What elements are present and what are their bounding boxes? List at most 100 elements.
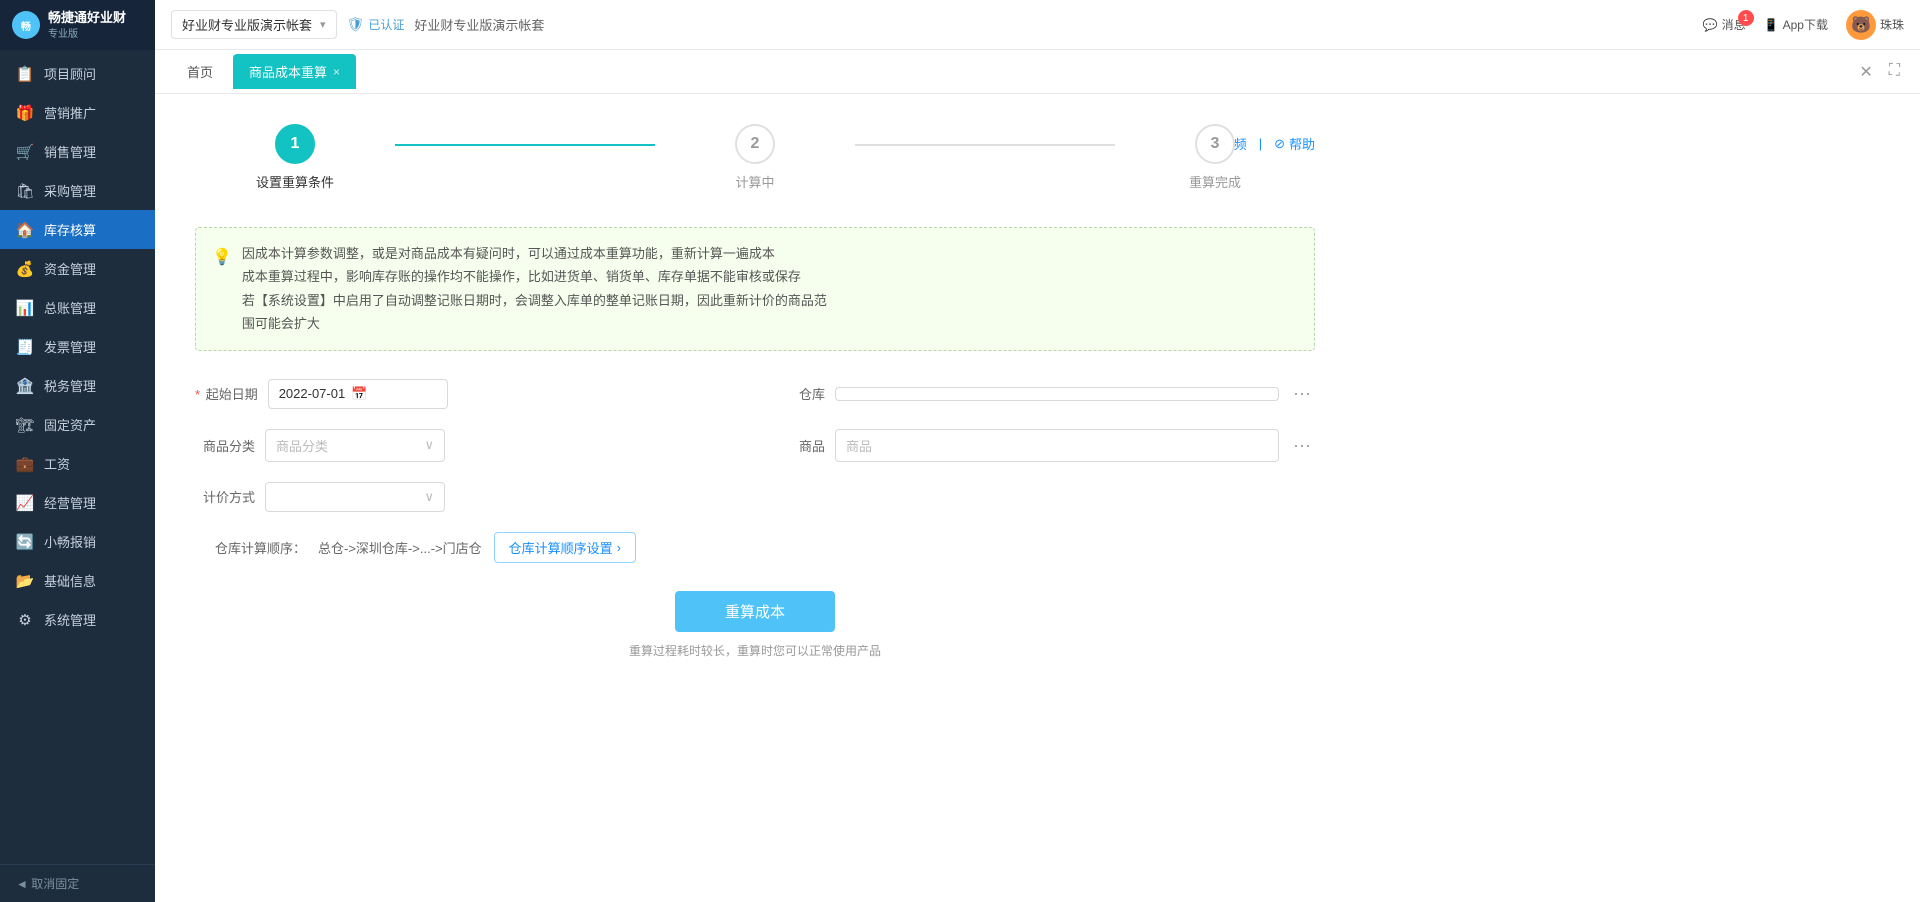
chevron-down-icon: ∨ bbox=[424, 437, 434, 453]
steps-connector-2 bbox=[855, 144, 1115, 146]
notice-line-4: 围可能会扩大 bbox=[242, 312, 827, 335]
finance-icon: 💰 bbox=[16, 260, 34, 278]
step-3-label: 重算完成 bbox=[1189, 172, 1241, 191]
notice-box: 💡 因成本计算参数调整，或是对商品成本有疑问时，可以通过成本重算功能，重新计算一… bbox=[195, 227, 1315, 351]
app-download-button[interactable]: 📱 App下载 bbox=[1764, 16, 1828, 33]
ops-icon: 📈 bbox=[16, 494, 34, 512]
shield-icon: 🛡 bbox=[347, 16, 365, 33]
sidebar-item-system[interactable]: ⚙ 系统管理 bbox=[0, 600, 155, 639]
product-label: 商品 bbox=[765, 436, 825, 455]
chevron-down-icon: ▾ bbox=[320, 18, 326, 31]
sidebar-item-fixed[interactable]: 🏗 固定资产 bbox=[0, 405, 155, 444]
sidebar-unpin-button[interactable]: ◄ 取消固定 bbox=[0, 864, 155, 902]
expand-icon[interactable]: ⛶ bbox=[1885, 58, 1904, 86]
notice-line-1: 因成本计算参数调整，或是对商品成本有疑问时，可以通过成本重算功能，重新计算一遍成… bbox=[242, 242, 827, 265]
question-icon: ⊘ bbox=[1274, 136, 1285, 152]
message-icon: 💬 bbox=[1703, 18, 1718, 32]
form-row-3: 计价方式 ∨ bbox=[195, 482, 1315, 512]
recalculate-button[interactable]: 重算成本 bbox=[675, 591, 835, 632]
help-link[interactable]: ⊘ 帮助 bbox=[1274, 134, 1315, 153]
project-icon: 📋 bbox=[16, 65, 34, 83]
notice-line-2: 成本重算过程中，影响库存账的操作均不能操作，比如进货单、销货单、库存单据不能审核… bbox=[242, 265, 827, 288]
sidebar-item-project[interactable]: 📋 项目顾问 bbox=[0, 54, 155, 93]
warehouse-order-label: 仓库计算顺序： bbox=[215, 538, 306, 557]
tab-home[interactable]: 首页 bbox=[171, 54, 229, 89]
steps-container: 1 设置重算条件 2 计算中 3 bbox=[195, 124, 1315, 191]
pricing-select[interactable]: ∨ bbox=[265, 482, 445, 512]
avatar: 🐻 bbox=[1846, 10, 1876, 40]
main-area: 好业财专业版演示帐套 ▾ 🛡 已认证 好业财专业版演示帐套 💬 消息 1 📱 A… bbox=[155, 0, 1920, 902]
content-inner: 1 设置重算条件 2 计算中 3 bbox=[155, 94, 1355, 689]
expense-icon: 🔄 bbox=[16, 533, 34, 551]
company-name: 好业财专业版演示帐套 bbox=[414, 15, 544, 34]
tabbar-actions: ✕ ⛶ bbox=[1855, 58, 1904, 86]
sidebar-logo: 畅 bbox=[12, 11, 40, 39]
step-2-circle: 2 bbox=[735, 124, 775, 164]
sidebar-item-inventory[interactable]: 🏠 库存核算 bbox=[0, 210, 155, 249]
category-field: 商品分类 商品分类 ∨ bbox=[195, 429, 745, 462]
product-field: 商品 商品 ··· bbox=[765, 429, 1315, 462]
warning-icon: 💡 bbox=[212, 244, 232, 336]
content-area: 1 设置重算条件 2 计算中 3 bbox=[155, 94, 1920, 902]
step-2-label: 计算中 bbox=[735, 172, 774, 191]
verified-badge: 🛡 已认证 bbox=[347, 16, 405, 33]
basic-icon: 📂 bbox=[16, 572, 34, 590]
product-input[interactable]: 商品 bbox=[835, 429, 1279, 462]
sidebar-item-marketing[interactable]: 🎁 营销推广 bbox=[0, 93, 155, 132]
sidebar-subtitle: 专业版 bbox=[48, 25, 126, 40]
sidebar-item-basic[interactable]: 📂 基础信息 bbox=[0, 561, 155, 600]
sidebar-item-expense[interactable]: 🔄 小畅报销 bbox=[0, 522, 155, 561]
accounting-icon: 📊 bbox=[16, 299, 34, 317]
invoice-icon: 🧾 bbox=[16, 338, 34, 356]
inventory-icon: 🏠 bbox=[16, 221, 34, 239]
purchase-icon: 🛍 bbox=[16, 182, 34, 200]
warehouse-label: 仓库 bbox=[765, 384, 825, 403]
tax-icon: 🏦 bbox=[16, 377, 34, 395]
sidebar-item-purchase[interactable]: 🛍 采购管理 bbox=[0, 171, 155, 210]
start-date-input[interactable]: 2022-07-01 📅 bbox=[268, 379, 448, 409]
notification-badge: 1 bbox=[1738, 10, 1754, 26]
user-avatar[interactable]: 🐻 珠珠 bbox=[1846, 10, 1904, 40]
payroll-icon: 💼 bbox=[16, 455, 34, 473]
form-row-1: * 起始日期 2022-07-01 📅 仓库 ··· bbox=[195, 379, 1315, 409]
product-more-icon[interactable]: ··· bbox=[1289, 435, 1315, 456]
step-2: 2 计算中 bbox=[655, 124, 855, 191]
sidebar-item-finance[interactable]: 💰 资金管理 bbox=[0, 249, 155, 288]
sidebar-item-tax[interactable]: 🏦 税务管理 bbox=[0, 366, 155, 405]
step-1-circle: 1 bbox=[275, 124, 315, 164]
sidebar-item-invoice[interactable]: 🧾 发票管理 bbox=[0, 327, 155, 366]
sidebar-item-ops[interactable]: 📈 经营管理 bbox=[0, 483, 155, 522]
submit-area: 重算成本 重算过程耗时较长，重算时您可以正常使用产品 bbox=[195, 591, 1315, 659]
sidebar-item-accounting[interactable]: 📊 总账管理 bbox=[0, 288, 155, 327]
warehouse-more-icon[interactable]: ··· bbox=[1289, 383, 1315, 404]
notice-line-3: 若【系统设置】中启用了自动调整记账日期时，会调整入库单的整单记账日期，因此重新计… bbox=[242, 289, 827, 312]
chevron-right-icon: › bbox=[617, 540, 621, 555]
required-star: * bbox=[195, 387, 200, 402]
step-1: 1 设置重算条件 bbox=[195, 124, 395, 191]
topbar: 好业财专业版演示帐套 ▾ 🛡 已认证 好业财专业版演示帐套 💬 消息 1 📱 A… bbox=[155, 0, 1920, 50]
marketing-icon: 🎁 bbox=[16, 104, 34, 122]
warehouse-order-settings-button[interactable]: 仓库计算顺序设置 › bbox=[494, 532, 636, 563]
start-date-field: * 起始日期 2022-07-01 📅 bbox=[195, 379, 745, 409]
sidebar: 畅 畅捷通好业财 专业版 📋 项目顾问 🎁 营销推广 🛒 销售管理 🛍 采购管理… bbox=[0, 0, 155, 902]
topbar-right: 💬 消息 1 📱 App下载 🐻 珠珠 bbox=[1703, 10, 1904, 40]
sidebar-nav: 📋 项目顾问 🎁 营销推广 🛒 销售管理 🛍 采购管理 🏠 库存核算 💰 资金管… bbox=[0, 50, 155, 864]
sidebar-item-payroll[interactable]: 💼 工资 bbox=[0, 444, 155, 483]
form-row-2: 商品分类 商品分类 ∨ 商品 商品 ··· bbox=[195, 429, 1315, 462]
fixed-icon: 🏗 bbox=[16, 416, 34, 434]
pricing-label: 计价方式 bbox=[195, 487, 255, 506]
tab-cost-recalc[interactable]: 商品成本重算 × bbox=[233, 54, 356, 89]
warehouse-input[interactable] bbox=[835, 387, 1279, 401]
account-selector[interactable]: 好业财专业版演示帐套 ▾ bbox=[171, 10, 337, 39]
start-date-label: * 起始日期 bbox=[195, 384, 258, 403]
sidebar-item-sales[interactable]: 🛒 销售管理 bbox=[0, 132, 155, 171]
steps-connector-1 bbox=[395, 144, 655, 146]
step-3-circle: 3 bbox=[1195, 124, 1235, 164]
message-button[interactable]: 💬 消息 1 bbox=[1703, 16, 1746, 33]
sidebar-title: 畅捷通好业财 bbox=[48, 10, 126, 26]
warehouse-order-value: 总仓->深圳仓库->...->门店仓 bbox=[318, 538, 482, 557]
category-select[interactable]: 商品分类 ∨ bbox=[265, 429, 445, 462]
warehouse-field: 仓库 ··· bbox=[765, 383, 1315, 404]
tab-close-icon[interactable]: × bbox=[333, 65, 340, 79]
close-window-icon[interactable]: ✕ bbox=[1855, 58, 1876, 86]
